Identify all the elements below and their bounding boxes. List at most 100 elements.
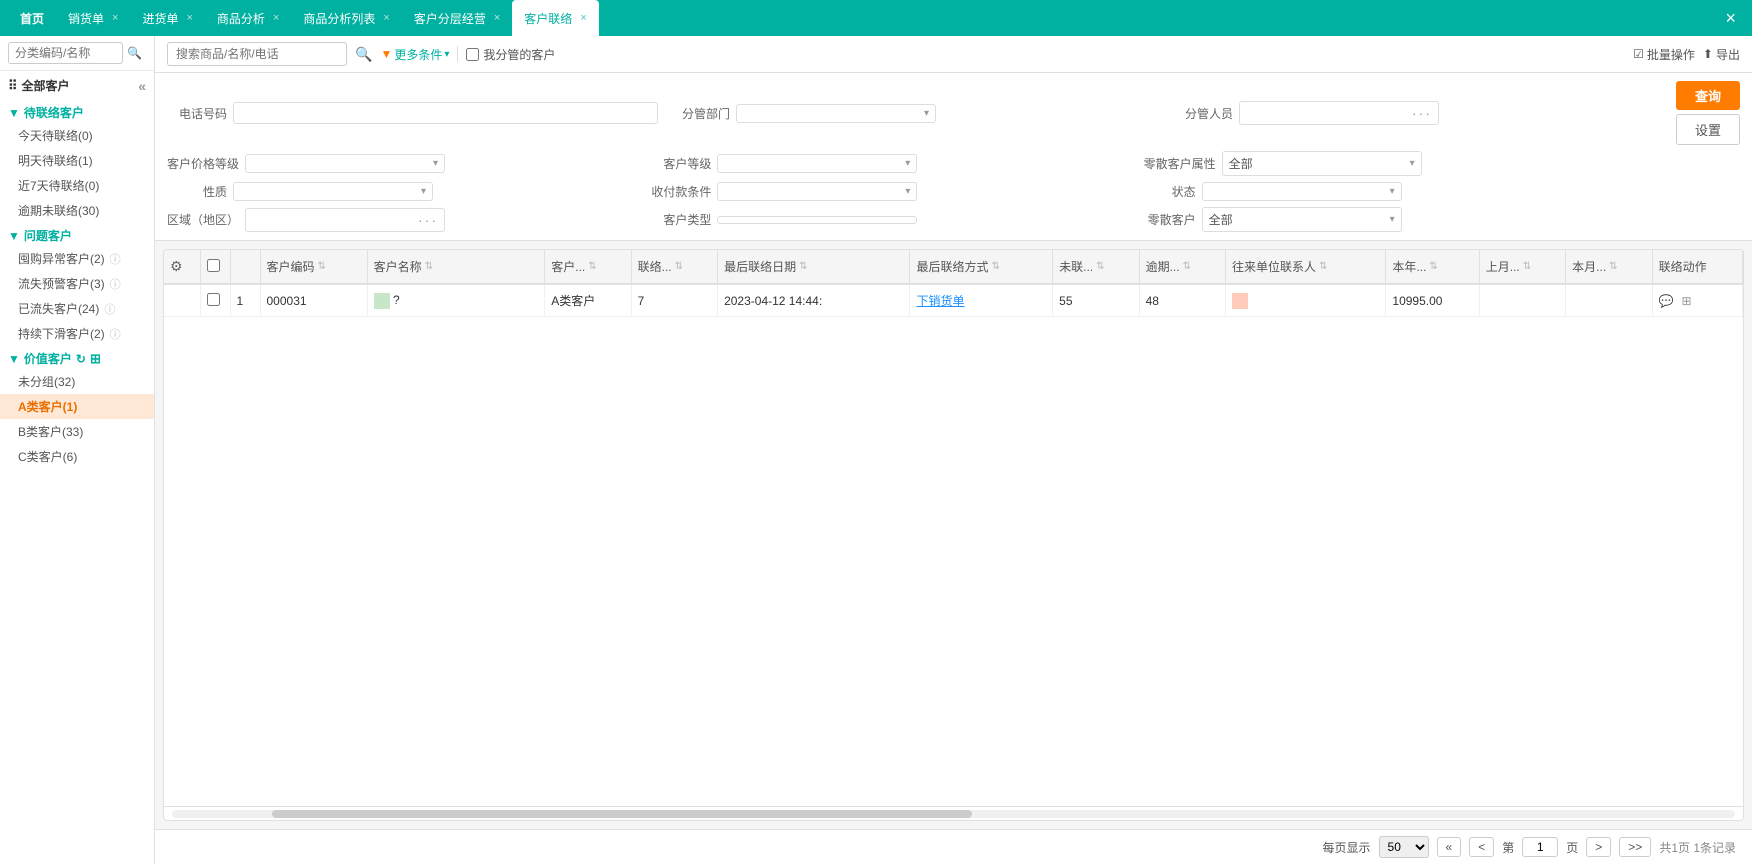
- retail-customer-chevron-icon: ▾: [1390, 214, 1395, 225]
- status-select[interactable]: ▾: [1202, 182, 1402, 201]
- sidebar-item-ungrouped[interactable]: 未分组(32): [0, 369, 154, 394]
- sidebar-item-abnormal-purchase[interactable]: 囤购异常客户(2) ⓘ: [0, 246, 154, 271]
- nav-tab-customer-segment[interactable]: 客户分层经营 ×: [402, 0, 512, 36]
- scrollbar-track[interactable]: [172, 810, 1735, 818]
- row-last-month: [1479, 284, 1565, 317]
- sidebar-item-b-class[interactable]: B类客户(33): [0, 419, 154, 444]
- next-page-button[interactable]: >: [1586, 837, 1611, 857]
- sort-icon-type[interactable]: ⇅: [588, 261, 596, 272]
- sort-icon-year[interactable]: ⇅: [1429, 261, 1437, 272]
- sidebar-item-c-class[interactable]: C类客户(6): [0, 444, 154, 469]
- sort-icon-last-month[interactable]: ⇅: [1523, 261, 1531, 272]
- share-icon[interactable]: ⊞: [1682, 294, 1692, 308]
- sidebar-all-customers[interactable]: ⠿ 全部客户 «: [0, 71, 154, 100]
- close-customer-segment-tab[interactable]: ×: [494, 12, 500, 24]
- settings-button[interactable]: 设置: [1676, 114, 1740, 145]
- page-size-select[interactable]: 50 100: [1379, 836, 1429, 858]
- close-purchase-tab[interactable]: ×: [186, 12, 192, 24]
- main-layout: 🔍 ⠿ 全部客户 « ▼ 待联络客户 今天待联络(0) 明天待联络(1) 近7天…: [0, 36, 1752, 864]
- nav-tab-sales[interactable]: 销货单 ×: [56, 0, 130, 36]
- scrollbar-thumb[interactable]: [272, 810, 972, 818]
- nav-tab-customer-contact[interactable]: 客户联络 ×: [512, 0, 598, 36]
- retail-attr-select[interactable]: 全部 ▾: [1222, 151, 1422, 176]
- prev-page-button[interactable]: <: [1469, 837, 1494, 857]
- batch-op-button[interactable]: ☑ 批量操作: [1633, 46, 1695, 63]
- contact-method-link[interactable]: 下销货单: [916, 294, 964, 308]
- region-select[interactable]: ···: [245, 208, 445, 232]
- table-header-row: ⚙ 客户编码 ⇅: [164, 250, 1743, 284]
- col-num: [230, 250, 260, 284]
- sidebar-group-pending[interactable]: ▼ 待联络客户: [0, 100, 154, 123]
- nature-select[interactable]: ▾: [233, 182, 433, 201]
- sidebar-item-today-pending[interactable]: 今天待联络(0): [0, 123, 154, 148]
- nav-tab-purchase[interactable]: 进货单 ×: [130, 0, 204, 36]
- nav-tab-home[interactable]: 首页: [8, 0, 56, 36]
- sort-icon-code[interactable]: ⇅: [318, 261, 326, 272]
- filter-status: 状态 ▾: [1136, 182, 1608, 201]
- row-select-checkbox[interactable]: [207, 293, 220, 306]
- sidebar-item-overdue-pending[interactable]: 逾期未联络(30): [0, 198, 154, 223]
- sort-icon-unit[interactable]: ⇅: [1319, 261, 1327, 272]
- sort-icon-this-month[interactable]: ⇅: [1609, 261, 1617, 272]
- sort-icon-name[interactable]: ⇅: [425, 261, 433, 272]
- sidebar-group-value[interactable]: ▼ 价值客户 ↻ ⊞: [0, 346, 154, 369]
- sidebar-item-7days-pending[interactable]: 近7天待联络(0): [0, 173, 154, 198]
- person-select[interactable]: ···: [1239, 101, 1439, 125]
- row-num: 1: [230, 284, 260, 317]
- info-icon-1: ⓘ: [110, 251, 121, 267]
- col-customer-code: 客户编码 ⇅: [260, 250, 367, 284]
- close-sales-tab[interactable]: ×: [112, 12, 118, 24]
- page-size-label: 每页显示: [1323, 839, 1371, 856]
- customer-type-select[interactable]: [717, 216, 917, 224]
- query-button[interactable]: 查询: [1676, 81, 1740, 110]
- filter-phone: 电话号码: [167, 102, 658, 124]
- problem-arrow-icon: ▼: [8, 229, 20, 243]
- sort-icon-date[interactable]: ⇅: [799, 261, 807, 272]
- close-goods-analysis-list-tab[interactable]: ×: [383, 12, 389, 24]
- close-customer-contact-tab[interactable]: ×: [580, 12, 586, 24]
- retail-customer-select[interactable]: 全部 ▾: [1202, 207, 1402, 232]
- nav-tab-goods-analysis-list[interactable]: 商品分析列表 ×: [291, 0, 401, 36]
- sidebar-search-icon[interactable]: 🔍: [127, 46, 142, 60]
- sidebar-item-tomorrow-pending[interactable]: 明天待联络(1): [0, 148, 154, 173]
- row-contact-count: 7: [631, 284, 717, 317]
- my-customers-checkbox-area[interactable]: 我分管的客户: [466, 46, 555, 63]
- comment-icon[interactable]: 💬: [1659, 294, 1674, 308]
- close-goods-analysis-tab[interactable]: ×: [273, 12, 279, 24]
- sort-icon-method[interactable]: ⇅: [991, 261, 999, 272]
- close-all-btn[interactable]: ×: [1717, 8, 1744, 29]
- sort-icon-contact[interactable]: ⇅: [675, 261, 683, 272]
- sidebar-item-a-class[interactable]: A类客户(1): [0, 394, 154, 419]
- sidebar-search-input[interactable]: [8, 42, 123, 64]
- filter-search-button[interactable]: 🔍: [355, 46, 372, 63]
- sidebar-group-problem[interactable]: ▼ 问题客户: [0, 223, 154, 246]
- region-dots-icon: ···: [418, 212, 438, 228]
- export-button[interactable]: ⬆ 导出: [1703, 46, 1740, 63]
- horizontal-scrollbar[interactable]: [164, 806, 1743, 820]
- customer-level-select[interactable]: ▾: [717, 154, 917, 173]
- current-page-input[interactable]: [1522, 837, 1558, 857]
- sort-icon-no-contact[interactable]: ⇅: [1096, 261, 1104, 272]
- last-page-button[interactable]: >>: [1619, 837, 1651, 857]
- table-gear-icon[interactable]: ⚙: [170, 258, 183, 274]
- refresh-icon[interactable]: ↻: [76, 352, 86, 366]
- price-level-select[interactable]: ▾: [245, 154, 445, 173]
- filter-search-input[interactable]: [167, 42, 347, 66]
- nav-tab-goods-analysis[interactable]: 商品分析 ×: [205, 0, 291, 36]
- sidebar-collapse-icon[interactable]: «: [138, 78, 146, 94]
- sidebar-item-declining[interactable]: 持续下滑客户(2) ⓘ: [0, 321, 154, 346]
- price-level-label: 客户价格等级: [167, 155, 239, 172]
- my-customers-checkbox[interactable]: [466, 48, 479, 61]
- sidebar-item-churn-warning[interactable]: 流失预警客户(3) ⓘ: [0, 271, 154, 296]
- first-page-button[interactable]: «: [1437, 837, 1462, 857]
- dept-select[interactable]: ▾: [736, 104, 936, 123]
- sort-icon-overdue[interactable]: ⇅: [1183, 261, 1191, 272]
- row-checkbox: [200, 284, 230, 317]
- sidebar-item-churned[interactable]: 已流失客户(24) ⓘ: [0, 296, 154, 321]
- retail-attr-label: 零散客户属性: [1136, 155, 1216, 172]
- select-all-checkbox[interactable]: [207, 259, 220, 272]
- more-conditions-button[interactable]: ▼ 更多条件 ▾: [380, 46, 449, 63]
- settings-icon-sidebar[interactable]: ⊞: [90, 351, 101, 367]
- payment-select[interactable]: ▾: [717, 182, 917, 201]
- phone-input[interactable]: [233, 102, 658, 124]
